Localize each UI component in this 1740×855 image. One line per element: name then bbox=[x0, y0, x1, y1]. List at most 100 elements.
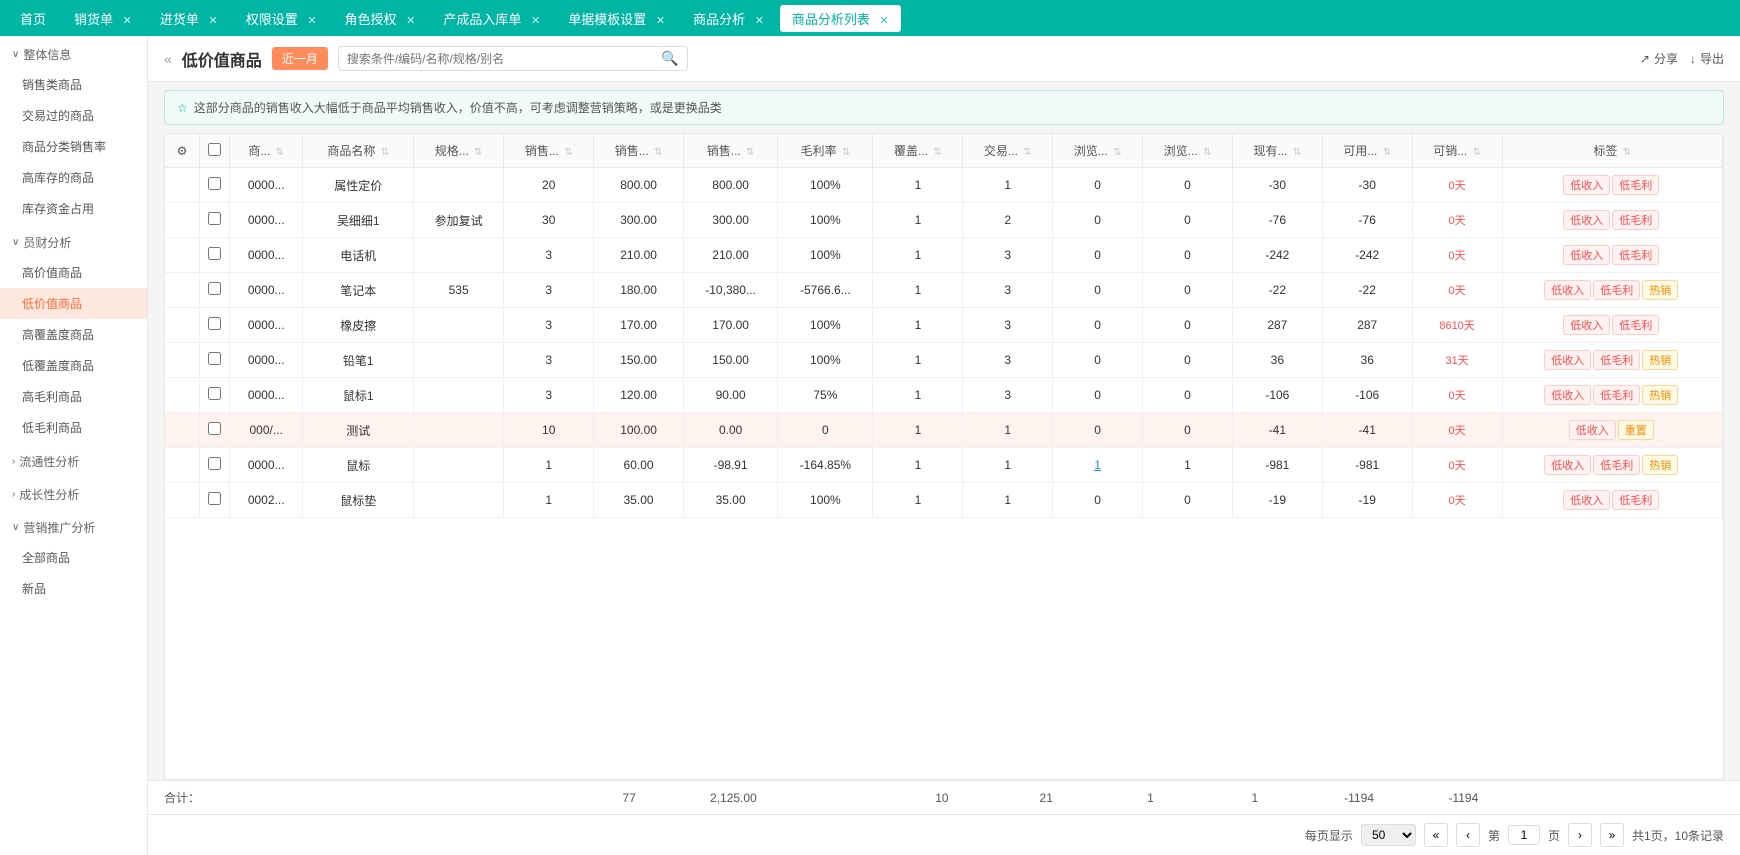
nav-inventory[interactable]: 产成品入库单 ✕ bbox=[431, 5, 552, 32]
sidebar-item-high-value[interactable]: 高价值商品 bbox=[0, 257, 147, 288]
sidebar-group-overall[interactable]: ∨ 整体信息 bbox=[0, 36, 147, 69]
nav-roles[interactable]: 角色授权 ✕ bbox=[333, 5, 428, 32]
td-tags: 低收入低毛利 bbox=[1502, 238, 1723, 273]
next-page-button[interactable]: › bbox=[1568, 823, 1592, 847]
th-tags[interactable]: 标签 ⇅ bbox=[1502, 134, 1723, 168]
prev-page-button[interactable]: ‹ bbox=[1456, 823, 1480, 847]
th-stock2[interactable]: 可用... ⇅ bbox=[1322, 134, 1412, 168]
collapse-sidebar-button[interactable]: « bbox=[164, 51, 172, 67]
th-sale3[interactable]: 销售... ⇅ bbox=[684, 134, 778, 168]
sidebar-item-traded[interactable]: 交易过的商品 bbox=[0, 100, 147, 131]
nav-roles-close[interactable]: ✕ bbox=[406, 15, 415, 27]
th-view1[interactable]: 浏览... ⇅ bbox=[1053, 134, 1143, 168]
th-margin[interactable]: 毛利率 ⇅ bbox=[778, 134, 873, 168]
sidebar-item-capital[interactable]: 库存资金占用 bbox=[0, 193, 147, 224]
share-button[interactable]: ↗ 分享 bbox=[1640, 50, 1678, 67]
sidebar-group-growth[interactable]: › 成长性分析 bbox=[0, 476, 147, 509]
sidebar-group-liquidity[interactable]: › 流通性分析 bbox=[0, 443, 147, 476]
td-view1: 0 bbox=[1053, 273, 1143, 308]
nav-templates-close[interactable]: ✕ bbox=[656, 15, 665, 27]
last-page-button[interactable]: » bbox=[1600, 823, 1624, 847]
td-cover: 1 bbox=[873, 238, 963, 273]
nav-permissions[interactable]: 权限设置 ✕ bbox=[234, 5, 329, 32]
td-sale2: 800.00 bbox=[594, 168, 684, 203]
nav-sales[interactable]: 销货单 ✕ bbox=[62, 5, 144, 32]
nav-analysis-close[interactable]: ✕ bbox=[755, 15, 764, 27]
td-tags: 低收入低毛利热销 bbox=[1502, 343, 1723, 378]
row-checkbox[interactable] bbox=[208, 247, 221, 260]
nav-home[interactable]: 首页 bbox=[8, 5, 58, 32]
row-checkbox[interactable] bbox=[208, 387, 221, 400]
row-checkbox[interactable] bbox=[208, 282, 221, 295]
sidebar-item-all-products[interactable]: 全部商品 bbox=[0, 542, 147, 573]
nav-analysis-list-close[interactable]: ✕ bbox=[880, 15, 889, 27]
sidebar-group-marketing[interactable]: ∨ 营销推广分析 bbox=[0, 509, 147, 542]
nav-purchase-close[interactable]: ✕ bbox=[208, 15, 217, 27]
row-checkbox[interactable] bbox=[208, 492, 221, 505]
td-margin: 100% bbox=[778, 168, 873, 203]
arrow-overall: ∨ bbox=[12, 49, 19, 60]
row-checkbox[interactable] bbox=[208, 352, 221, 365]
notice-icon: ☆ bbox=[177, 101, 188, 115]
th-name[interactable]: 商品名称 ⇅ bbox=[303, 134, 414, 168]
sidebar-item-low-margin[interactable]: 低毛利商品 bbox=[0, 412, 147, 443]
td-settings bbox=[165, 343, 199, 378]
th-settings[interactable]: ⚙ bbox=[165, 134, 199, 168]
td-settings bbox=[165, 448, 199, 483]
row-checkbox[interactable] bbox=[208, 457, 221, 470]
td-tags: 低收入重置 bbox=[1502, 413, 1723, 448]
sidebar-item-sales-products[interactable]: 销售类商品 bbox=[0, 69, 147, 100]
nav-purchase[interactable]: 进货单 ✕ bbox=[148, 5, 230, 32]
nav-analysis[interactable]: 商品分析 ✕ bbox=[681, 5, 776, 32]
first-page-button[interactable]: « bbox=[1424, 823, 1448, 847]
search-input[interactable] bbox=[347, 52, 656, 66]
th-code[interactable]: 商... ⇅ bbox=[229, 134, 303, 168]
td-sale2: 210.00 bbox=[594, 238, 684, 273]
td-code: 0000... bbox=[229, 273, 303, 308]
th-sale1[interactable]: 销售... ⇅ bbox=[504, 134, 594, 168]
select-all-checkbox[interactable] bbox=[208, 143, 221, 156]
td-cover: 1 bbox=[873, 378, 963, 413]
td-stock1: -242 bbox=[1232, 238, 1322, 273]
sidebar-item-high-coverage[interactable]: 高覆盖度商品 bbox=[0, 319, 147, 350]
td-spec bbox=[414, 308, 504, 343]
sidebar-item-category-rate[interactable]: 商品分类销售率 bbox=[0, 131, 147, 162]
sidebar-group-financial[interactable]: ∨ 员财分析 bbox=[0, 224, 147, 257]
sidebar-item-high-margin[interactable]: 高毛利商品 bbox=[0, 381, 147, 412]
nav-inventory-close[interactable]: ✕ bbox=[531, 15, 540, 27]
td-checkbox bbox=[199, 308, 229, 343]
nav-permissions-close[interactable]: ✕ bbox=[307, 15, 316, 27]
row-checkbox[interactable] bbox=[208, 422, 221, 435]
page-number-input[interactable] bbox=[1508, 825, 1540, 845]
td-checkbox bbox=[199, 483, 229, 518]
search-icon[interactable]: 🔍 bbox=[661, 50, 678, 67]
row-checkbox[interactable] bbox=[208, 177, 221, 190]
th-spec[interactable]: 规格... ⇅ bbox=[414, 134, 504, 168]
nav-analysis-list[interactable]: 商品分析列表 ✕ bbox=[780, 5, 901, 32]
th-stock3[interactable]: 可销... ⇅ bbox=[1412, 134, 1502, 168]
sidebar-item-high-stock[interactable]: 高库存的商品 bbox=[0, 162, 147, 193]
per-page-select[interactable]: 50 100 200 bbox=[1361, 824, 1416, 846]
table-header-row: ⚙ 商... ⇅ 商品名称 ⇅ 规格... ⇅ 销售... ⇅ 销售... ⇅ … bbox=[165, 134, 1723, 168]
sidebar-item-low-coverage[interactable]: 低覆盖度商品 bbox=[0, 350, 147, 381]
row-checkbox[interactable] bbox=[208, 212, 221, 225]
tag-label: 低收入 bbox=[1544, 455, 1591, 475]
th-sale2[interactable]: 销售... ⇅ bbox=[594, 134, 684, 168]
filter-recent-month-button[interactable]: 近一月 bbox=[272, 47, 328, 70]
td-stock1: 287 bbox=[1232, 308, 1322, 343]
sidebar-item-new-products[interactable]: 新品 bbox=[0, 573, 147, 604]
sidebar-item-low-value[interactable]: 低价值商品 bbox=[0, 288, 147, 319]
td-days: 0天 bbox=[1412, 413, 1502, 448]
view-link[interactable]: 1 bbox=[1094, 458, 1101, 472]
export-button[interactable]: ↓ 导出 bbox=[1690, 50, 1724, 67]
nav-templates[interactable]: 单据模板设置 ✕ bbox=[556, 5, 677, 32]
row-checkbox[interactable] bbox=[208, 317, 221, 330]
td-name: 测试 bbox=[303, 413, 414, 448]
th-view2[interactable]: 浏览... ⇅ bbox=[1143, 134, 1233, 168]
nav-sales-close[interactable]: ✕ bbox=[123, 15, 132, 27]
th-cover[interactable]: 覆盖... ⇅ bbox=[873, 134, 963, 168]
th-checkbox[interactable] bbox=[199, 134, 229, 168]
th-stock1[interactable]: 现有... ⇅ bbox=[1232, 134, 1322, 168]
th-trade[interactable]: 交易... ⇅ bbox=[963, 134, 1053, 168]
tag-label: 低毛利 bbox=[1612, 315, 1659, 335]
